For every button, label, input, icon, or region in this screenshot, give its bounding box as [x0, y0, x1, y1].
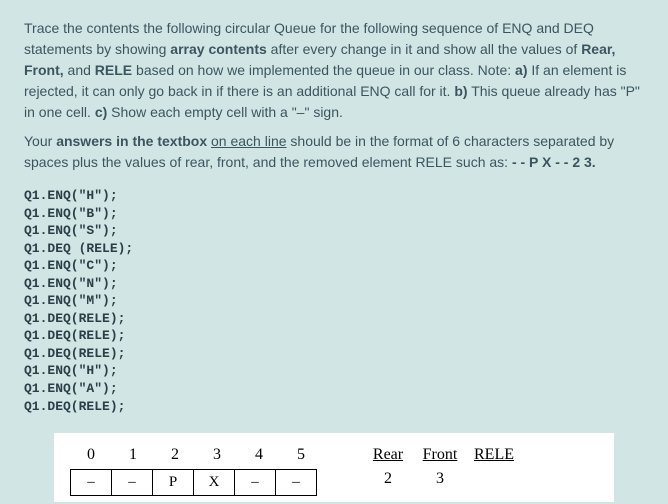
code-block: Q1.ENQ("H"); Q1.ENQ("B"); Q1.ENQ("S"); Q…: [24, 187, 644, 415]
bold-text: - - P X - - 2 3.: [512, 154, 596, 170]
code-line: Q1.ENQ("M");: [24, 292, 644, 310]
array-visual: 0 1 2 3 4 5 – – P X – –: [70, 443, 322, 496]
bold-text: array contents: [170, 41, 266, 57]
instruction-paragraph-1: Trace the contents the following circula…: [24, 18, 644, 123]
rear-header: Rear: [370, 443, 406, 467]
array-index: 0: [70, 443, 112, 469]
underline-text: on each line: [211, 133, 287, 149]
example-table: 0 1 2 3 4 5 – – P X – – Rear Front RELE: [54, 433, 614, 502]
rear-value: 2: [370, 467, 406, 491]
front-header: Front: [422, 443, 458, 467]
text: after every change in it and show all th…: [267, 41, 581, 57]
bold-text: a): [515, 62, 527, 78]
bold-text: RELE: [95, 62, 132, 78]
rele-value: [474, 467, 510, 491]
array-cell: –: [275, 469, 317, 496]
code-line: Q1.ENQ("H");: [24, 362, 644, 380]
pointer-values: Rear Front RELE 2 3: [370, 443, 514, 491]
array-index: 5: [280, 443, 322, 469]
code-line: Q1.DEQ(RELE);: [24, 345, 644, 363]
code-line: Q1.ENQ("N");: [24, 275, 644, 293]
code-line: Q1.DEQ(RELE);: [24, 310, 644, 328]
array-cell: –: [234, 469, 276, 496]
array-index: 3: [196, 443, 238, 469]
front-value: 3: [422, 467, 458, 491]
text: Show each empty cell with a "–" sign.: [107, 104, 343, 120]
instruction-paragraph-2: Your answers in the textbox on each line…: [24, 131, 644, 173]
code-line: Q1.DEQ (RELE);: [24, 240, 644, 258]
rele-header: RELE: [474, 443, 514, 467]
code-line: Q1.DEQ(RELE);: [24, 398, 644, 416]
array-index: 4: [238, 443, 280, 469]
text: based on how we implemented the queue in…: [132, 62, 515, 78]
array-index: 2: [154, 443, 196, 469]
code-line: Q1.ENQ("A");: [24, 380, 644, 398]
text: Your: [24, 133, 56, 149]
array-index: 1: [112, 443, 154, 469]
code-line: Q1.DEQ(RELE);: [24, 327, 644, 345]
array-cell: –: [111, 469, 153, 496]
text: and: [64, 62, 95, 78]
array-cell: X: [193, 469, 235, 496]
code-line: Q1.ENQ("H");: [24, 187, 644, 205]
bold-text: c): [95, 104, 107, 120]
array-cell: –: [70, 469, 112, 496]
bold-text: answers in the textbox: [56, 133, 207, 149]
code-line: Q1.ENQ("C");: [24, 257, 644, 275]
array-cell: P: [152, 469, 194, 496]
code-line: Q1.ENQ("B");: [24, 205, 644, 223]
bold-text: b): [454, 83, 467, 99]
code-line: Q1.ENQ("S");: [24, 222, 644, 240]
